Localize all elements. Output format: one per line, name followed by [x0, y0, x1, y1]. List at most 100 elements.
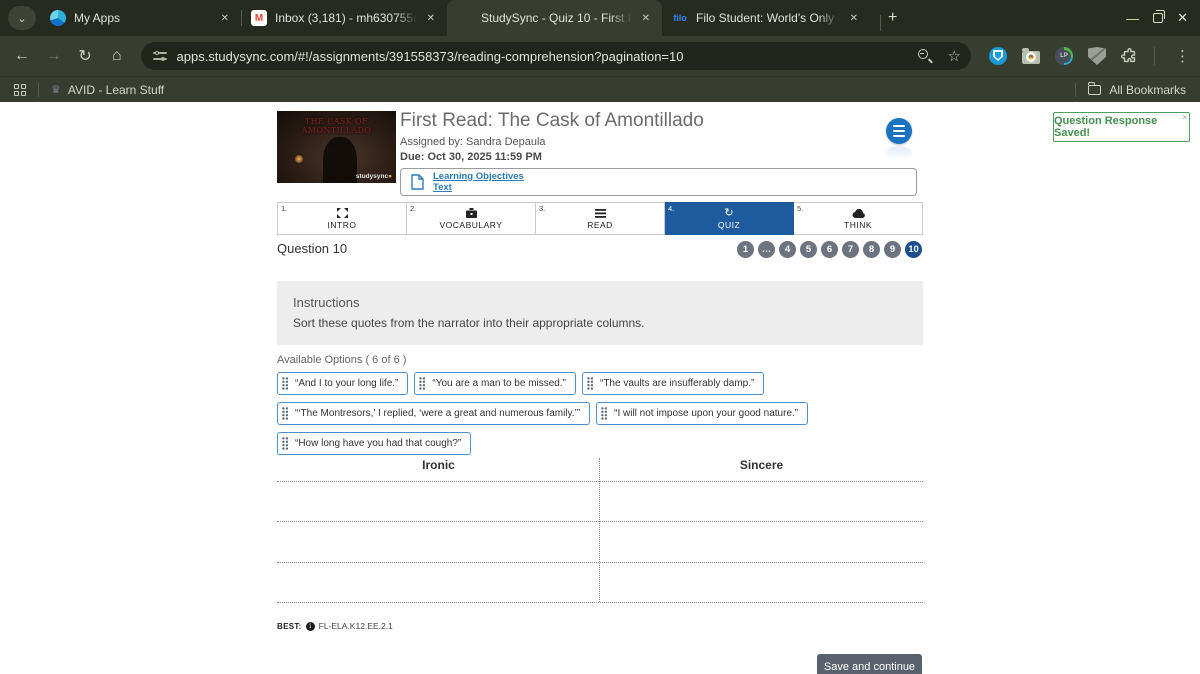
instructions-text: Sort these quotes from the narrator into…	[293, 316, 645, 330]
browser-tab[interactable]: M Inbox (3,181) - mh630755@he ✕	[241, 0, 447, 36]
option-chip[interactable]: “‘The Montresors,’ I replied, ‘were a gr…	[277, 402, 591, 425]
reload-icon[interactable]: ↻	[69, 46, 101, 66]
step-number: 2.	[410, 204, 417, 213]
step-label: THINK	[844, 219, 872, 230]
tab-strip-tabs: My Apps✕MInbox (3,181) - mh630755@he✕Stu…	[40, 0, 870, 36]
url-bar[interactable]: apps.studysync.com/#!/assignments/391558…	[140, 42, 971, 70]
menu-reflection	[886, 146, 912, 160]
step-nav: 1. INTRO 2. VOCABULARY 3. READ 4. ↻ QUIZ 5. THINK	[277, 202, 923, 235]
options-chips: “And I to your long life.” “You are a man…	[277, 372, 927, 455]
assignment-menu-icon[interactable]	[886, 118, 912, 144]
option-text: “‘The Montresors,’ I replied, ‘were a gr…	[295, 408, 581, 419]
option-chip[interactable]: “The vaults are insufferably damp.”	[581, 372, 765, 395]
tab-strip: ⌄ My Apps✕MInbox (3,181) - mh630755@he✕S…	[0, 0, 1200, 36]
learning-objectives-link[interactable]: Learning Objectives	[433, 171, 524, 182]
option-chip[interactable]: “You are a man to be missed.”	[414, 372, 576, 395]
page-circle-8[interactable]: 8	[863, 241, 880, 258]
assignment-title: First Read: The Cask of Amontillado	[400, 110, 704, 131]
forward-icon[interactable]: →	[38, 47, 70, 65]
column-header-sincere: Sincere	[739, 458, 784, 472]
window-controls: — ✕	[1126, 10, 1200, 26]
page-ellipsis[interactable]: …	[758, 241, 775, 258]
option-chip[interactable]: “And I to your long life.”	[277, 372, 409, 395]
new-tab-button[interactable]: +	[880, 7, 905, 31]
question-pagination: 1… 4 5 6 7 8 9 10	[737, 241, 922, 258]
step-tab-quiz[interactable]: 4. ↻ QUIZ	[665, 202, 794, 235]
myapps-favicon-icon	[50, 10, 66, 26]
tab-title: My Apps	[74, 11, 121, 25]
learning-objectives-box: Learning Objectives Text	[400, 168, 917, 196]
book-cover-image: The Cask of Amontillado studysync●	[277, 111, 396, 183]
bookmark-item-avid[interactable]: ♛ AVID - Learn Stuff	[51, 83, 164, 97]
step-label: INTRO	[327, 219, 357, 230]
drag-handle-icon[interactable]	[282, 437, 289, 450]
drag-handle-icon[interactable]	[282, 407, 289, 420]
standard-code: FL-ELA.K12.EE.2.1	[318, 621, 393, 631]
extension-shield-gray-icon[interactable]	[1088, 47, 1106, 65]
gmail-favicon-icon: M	[251, 10, 267, 26]
page-circle-4[interactable]: 4	[779, 241, 796, 258]
extensions-puzzle-icon[interactable]	[1121, 47, 1138, 65]
browser-tab[interactable]: filo Filo Student: World's Only Live ✕	[662, 0, 870, 36]
extension-shield-blue-icon[interactable]	[989, 47, 1007, 65]
tab-close-icon[interactable]: ✕	[217, 11, 233, 26]
instructions-title: Instructions	[293, 295, 360, 310]
restore-icon[interactable]	[1153, 10, 1166, 23]
instructions-panel: Instructions Sort these quotes from the …	[277, 281, 923, 345]
drag-handle-icon[interactable]	[419, 377, 427, 390]
folder-icon	[1087, 82, 1102, 95]
bookmark-star-icon[interactable]: ☆	[948, 47, 961, 65]
back-icon[interactable]: ←	[6, 47, 38, 65]
drag-handle-icon[interactable]	[601, 407, 609, 420]
drag-handle-icon[interactable]	[282, 377, 289, 390]
browser-tab[interactable]: StudySync - Quiz 10 - First Rea ✕	[447, 0, 662, 36]
step-tab-intro[interactable]: 1. INTRO	[277, 202, 407, 235]
option-chip[interactable]: “How long have you had that cough?”	[277, 432, 472, 455]
cover-brand: studysync●	[355, 173, 392, 180]
table-divider	[599, 458, 600, 602]
extension-lp-icon[interactable]	[1055, 47, 1073, 65]
url-text[interactable]: apps.studysync.com/#!/assignments/391558…	[177, 49, 908, 64]
save-and-continue-button[interactable]: Save and continue	[817, 654, 922, 674]
extension-folder-icon[interactable]	[1022, 48, 1040, 64]
tab-title: Inbox (3,181) - mh630755@he	[275, 11, 417, 25]
browser-tab[interactable]: My Apps ✕	[40, 0, 241, 36]
page-circle-9[interactable]: 9	[884, 241, 901, 258]
table-line	[277, 521, 923, 522]
apps-grid-icon[interactable]	[14, 83, 26, 96]
page-circle-10[interactable]: 10	[905, 241, 922, 258]
cover-title: The Cask of Amontillado	[301, 117, 372, 135]
site-settings-icon[interactable]	[152, 50, 167, 62]
option-chip[interactable]: “I will not impose upon your good nature…	[596, 402, 809, 425]
tab-search-chevron-icon[interactable]: ⌄	[8, 6, 36, 30]
page-circle-6[interactable]: 6	[821, 241, 838, 258]
zoom-out-icon[interactable]	[917, 49, 933, 64]
step-tab-read[interactable]: 3. READ	[536, 202, 665, 235]
minimize-icon[interactable]: —	[1126, 11, 1139, 26]
page-circle-1[interactable]: 1	[737, 241, 754, 258]
table-line	[277, 562, 923, 563]
step-number: 5.	[797, 204, 804, 213]
page-circle-7[interactable]: 7	[842, 241, 859, 258]
close-window-icon[interactable]: ✕	[1177, 10, 1188, 26]
info-icon[interactable]: i	[305, 621, 315, 631]
bookmark-label: AVID - Learn Stuff	[67, 82, 165, 97]
question-heading: Question 10	[277, 241, 348, 256]
tab-close-icon[interactable]: ✕	[638, 11, 654, 26]
home-icon[interactable]: ⌂	[101, 47, 133, 65]
toast-close-icon[interactable]: ×	[1182, 113, 1187, 122]
option-text: “You are a man to be missed.”	[432, 378, 566, 389]
drag-handle-icon[interactable]	[586, 377, 594, 390]
sort-table[interactable]: Ironic Sincere	[277, 458, 923, 604]
document-icon	[411, 174, 424, 190]
all-bookmarks-button[interactable]: All Bookmarks	[1075, 82, 1200, 97]
tab-close-icon[interactable]: ✕	[846, 11, 862, 26]
step-tab-think[interactable]: 5. THINK	[794, 202, 923, 235]
table-line	[277, 481, 923, 482]
page-circle-5[interactable]: 5	[800, 241, 817, 258]
tab-close-icon[interactable]: ✕	[423, 11, 439, 26]
standard-line: BEST: i FL-ELA.K12.EE.2.1	[277, 621, 393, 631]
browser-menu-icon[interactable]: ⋮	[1165, 47, 1200, 65]
step-tab-vocabulary[interactable]: 2. VOCABULARY	[407, 202, 536, 235]
text-link[interactable]: Text	[433, 182, 524, 193]
